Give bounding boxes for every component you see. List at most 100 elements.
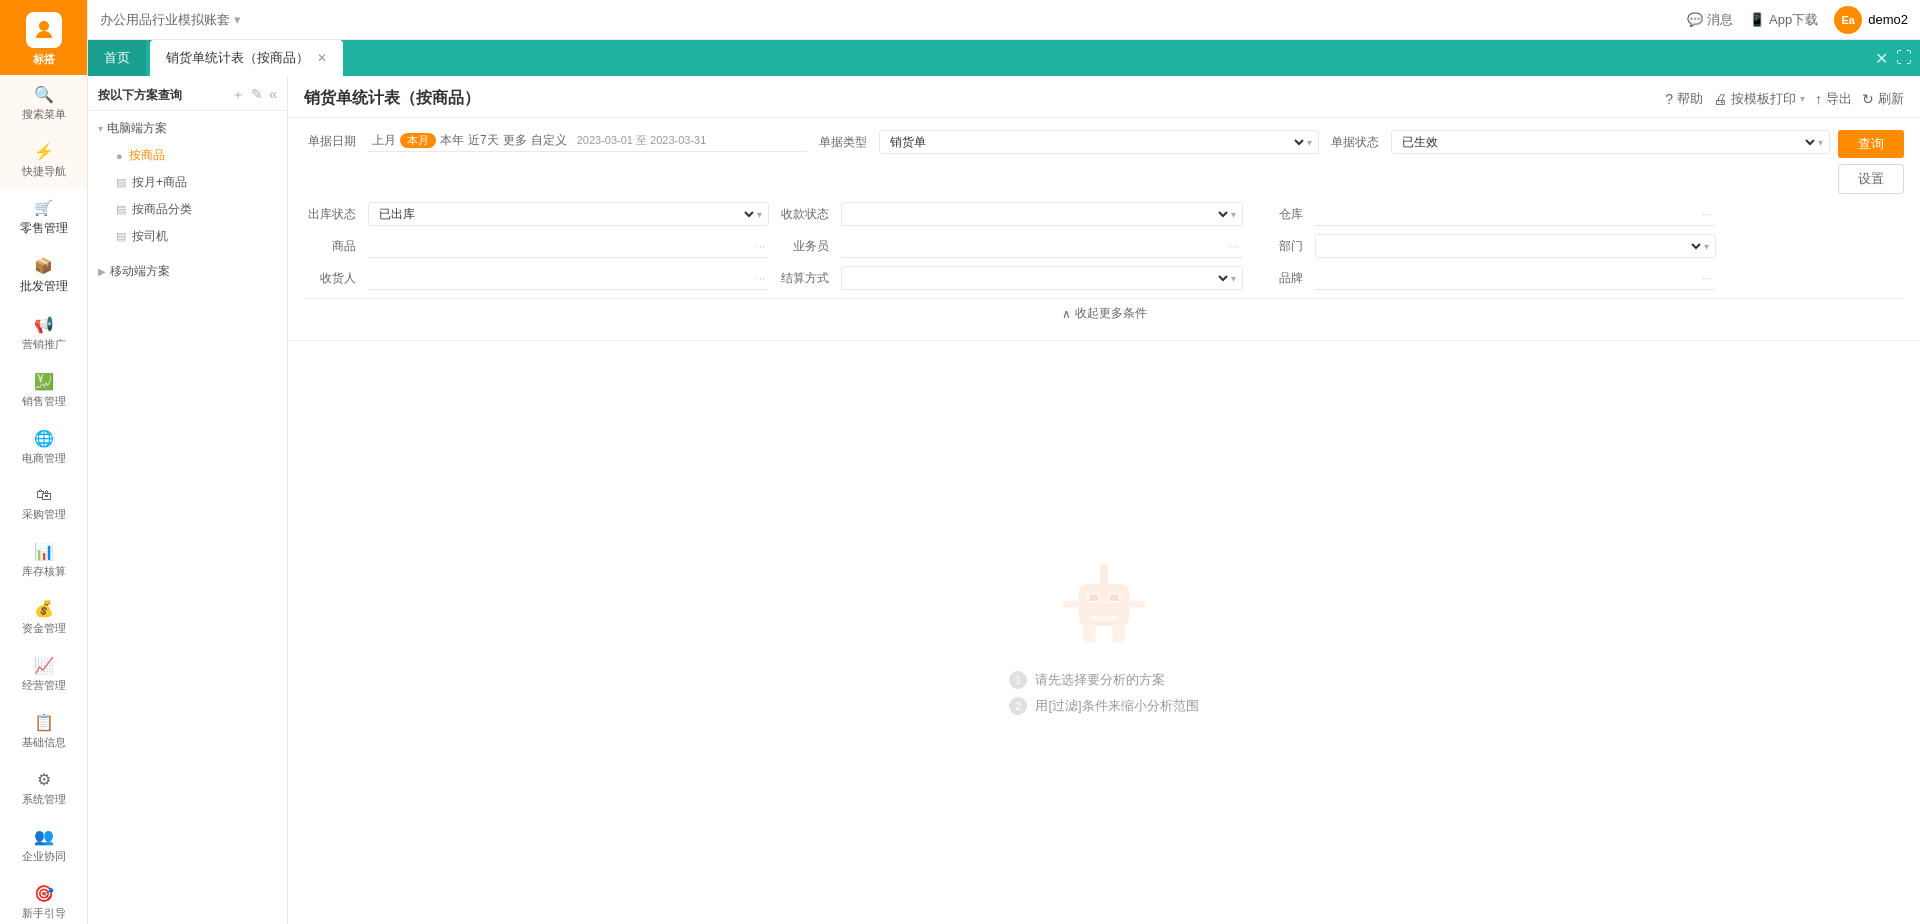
export-icon: ↑ [1815, 91, 1822, 107]
staff-dots[interactable]: ··· [1229, 239, 1239, 253]
goods-dots[interactable]: ··· [755, 239, 765, 253]
warehouse-dots[interactable]: ··· [1702, 207, 1712, 221]
sidebar-item-finance[interactable]: 💰 资金管理 [0, 589, 87, 646]
query-btn-group: 查询 设置 [1838, 130, 1904, 194]
sidebar-item-label: 零售管理 [20, 220, 68, 237]
sidebar-item-sales[interactable]: 💹 销售管理 [0, 362, 87, 419]
sidebar-item-search[interactable]: 🔍 搜索菜单 [0, 75, 87, 132]
doc-status-select[interactable]: 已生效 [1398, 134, 1818, 150]
export-label: 导出 [1826, 90, 1852, 108]
date-option-this-year[interactable]: 本年 [440, 132, 464, 149]
sidebar-item-label: 系统管理 [22, 792, 66, 807]
breadcrumb-dropdown-icon[interactable]: ▾ [234, 12, 241, 27]
sidebar: 标搭 🔍 搜索菜单 ⚡ 快捷导航 🛒 零售管理 📦 批发管理 📢 营销推广 � [0, 0, 88, 924]
svg-rect-6 [1091, 616, 1118, 621]
collapse-panel-btn[interactable]: « [269, 86, 277, 104]
tree-expand-icon: ▾ [98, 123, 103, 134]
tab-close-icon[interactable]: ✕ [317, 51, 327, 65]
settings-button[interactable]: 设置 [1838, 164, 1904, 194]
tab-home[interactable]: 首页 [88, 40, 146, 76]
operation-icon: 📈 [34, 656, 54, 675]
tree-section-mobile: ▶ 移动端方案 [88, 254, 287, 289]
app-download-label: App下载 [1769, 11, 1818, 29]
consignee-dots[interactable]: ··· [755, 271, 765, 285]
tree-section-pc: ▾ 电脑端方案 ● 按商品 ▤ 按月+商品 ▤ 按商品分类 ▤ 按司机 [88, 111, 287, 254]
refresh-btn[interactable]: ↻ 刷新 [1862, 90, 1904, 108]
collapse-label: 收起更多条件 [1075, 305, 1147, 322]
tip-text-1: 请先选择要分析的方案 [1035, 671, 1165, 689]
close-window-icon[interactable]: ✕ [1875, 49, 1888, 68]
empty-robot-image [1054, 551, 1154, 651]
tree-sub-item-by-driver[interactable]: ▤ 按司机 [88, 223, 287, 250]
sidebar-item-marketing[interactable]: 📢 营销推广 [0, 305, 87, 362]
svg-rect-11 [1083, 626, 1096, 643]
query-button[interactable]: 查询 [1838, 130, 1904, 158]
doc-type-select[interactable]: 销货单 [886, 134, 1306, 150]
tree-item-pc[interactable]: ▾ 电脑端方案 [88, 115, 287, 142]
tab-report[interactable]: 销货单统计表（按商品） ✕ [150, 40, 343, 76]
edit-scheme-btn[interactable]: ✎ [251, 86, 263, 104]
export-btn[interactable]: ↑ 导出 [1815, 90, 1852, 108]
help-label: 帮助 [1677, 90, 1703, 108]
recv-status-select[interactable] [848, 206, 1230, 222]
collapse-up-icon: ∧ [1062, 307, 1071, 321]
message-label: 消息 [1707, 11, 1733, 29]
sidebar-item-collab[interactable]: 👥 企业协同 [0, 817, 87, 874]
svg-rect-10 [1129, 601, 1146, 608]
date-option-last-month[interactable]: 上月 [372, 132, 396, 149]
print-btn[interactable]: 🖨 按模板打印 ▾ [1713, 90, 1805, 108]
message-btn[interactable]: 💬 消息 [1687, 11, 1733, 29]
tree-sub-item-by-month-goods[interactable]: ▤ 按月+商品 [88, 169, 287, 196]
sales-icon: 💹 [34, 372, 54, 391]
app-download-btn[interactable]: 📱 App下载 [1749, 11, 1818, 29]
date-option-custom[interactable]: 自定义 [531, 132, 567, 149]
system-icon: ⚙ [37, 770, 51, 789]
brand-dots[interactable]: ··· [1702, 271, 1712, 285]
main-area: 办公用品行业模拟账套 ▾ 💬 消息 📱 App下载 Ea demo2 首页 [88, 0, 1920, 924]
grid-icon-3: ▤ [116, 230, 126, 243]
tip-num-1: 1 [1009, 671, 1027, 689]
search-icon: 🔍 [34, 85, 54, 104]
sidebar-item-label: 库存核算 [22, 564, 66, 579]
left-panel-title: 按以下方案查询 [98, 87, 182, 104]
recv-status-label: 收款状态 [777, 206, 829, 223]
sidebar-item-ecommerce[interactable]: 🌐 电商管理 [0, 419, 87, 476]
maximize-icon[interactable]: ⛶ [1896, 49, 1912, 67]
date-option-more[interactable]: 更多 [503, 132, 527, 149]
sidebar-item-wholesale[interactable]: 📦 批发管理 [0, 247, 87, 305]
tree-sub-item-by-category[interactable]: ▤ 按商品分类 [88, 196, 287, 223]
quicknav-icon: ⚡ [34, 142, 54, 161]
sidebar-item-base[interactable]: 📋 基础信息 [0, 703, 87, 760]
sidebar-logo: 标搭 [0, 0, 87, 75]
sidebar-item-purchase[interactable]: 🛍 采购管理 [0, 476, 87, 532]
goods-label: 商品 [304, 238, 356, 255]
svg-point-8 [1099, 564, 1109, 574]
dept-select[interactable] [1322, 238, 1704, 254]
breadcrumb-text: 办公用品行业模拟账套 [100, 11, 230, 29]
tree-item-mobile[interactable]: ▶ 移动端方案 [88, 258, 287, 285]
add-scheme-btn[interactable]: ＋ [231, 86, 245, 104]
settlement-select[interactable] [848, 270, 1230, 286]
out-status-select[interactable]: 已出库 [375, 206, 757, 222]
page-header: 销货单统计表（按商品） ? 帮助 🖨 按模板打印 ▾ ↑ 导出 [288, 76, 1920, 118]
date-option-7days[interactable]: 近7天 [468, 132, 499, 149]
settlement-dropdown-icon: ▾ [1231, 273, 1236, 284]
date-option-this-month[interactable]: 本月 [400, 133, 436, 148]
doc-status-dropdown-icon: ▾ [1818, 137, 1823, 148]
user-name: demo2 [1868, 12, 1908, 27]
empty-tips: 1 请先选择要分析的方案 2 用[过滤]条件来缩小分析范围 [1009, 671, 1198, 715]
marketing-icon: 📢 [34, 315, 54, 334]
sidebar-item-quicknav[interactable]: ⚡ 快捷导航 [0, 132, 87, 189]
user-profile[interactable]: Ea demo2 [1834, 6, 1908, 34]
sidebar-item-operation[interactable]: 📈 经营管理 [0, 646, 87, 703]
sidebar-item-retail[interactable]: 🛒 零售管理 [0, 189, 87, 247]
sidebar-item-system[interactable]: ⚙ 系统管理 [0, 760, 87, 817]
tree-sub-label-by-goods: 按商品 [129, 147, 165, 164]
help-btn[interactable]: ? 帮助 [1665, 90, 1703, 108]
sidebar-item-guide[interactable]: 🎯 新手引导 [0, 874, 87, 924]
page-actions: ? 帮助 🖨 按模板打印 ▾ ↑ 导出 ↻ 刷新 [1665, 90, 1904, 108]
inventory-icon: 📊 [34, 542, 54, 561]
sidebar-item-inventory[interactable]: 📊 库存核算 [0, 532, 87, 589]
filter-collapse-btn[interactable]: ∧ 收起更多条件 [304, 298, 1904, 328]
tree-sub-item-by-goods[interactable]: ● 按商品 [88, 142, 287, 169]
